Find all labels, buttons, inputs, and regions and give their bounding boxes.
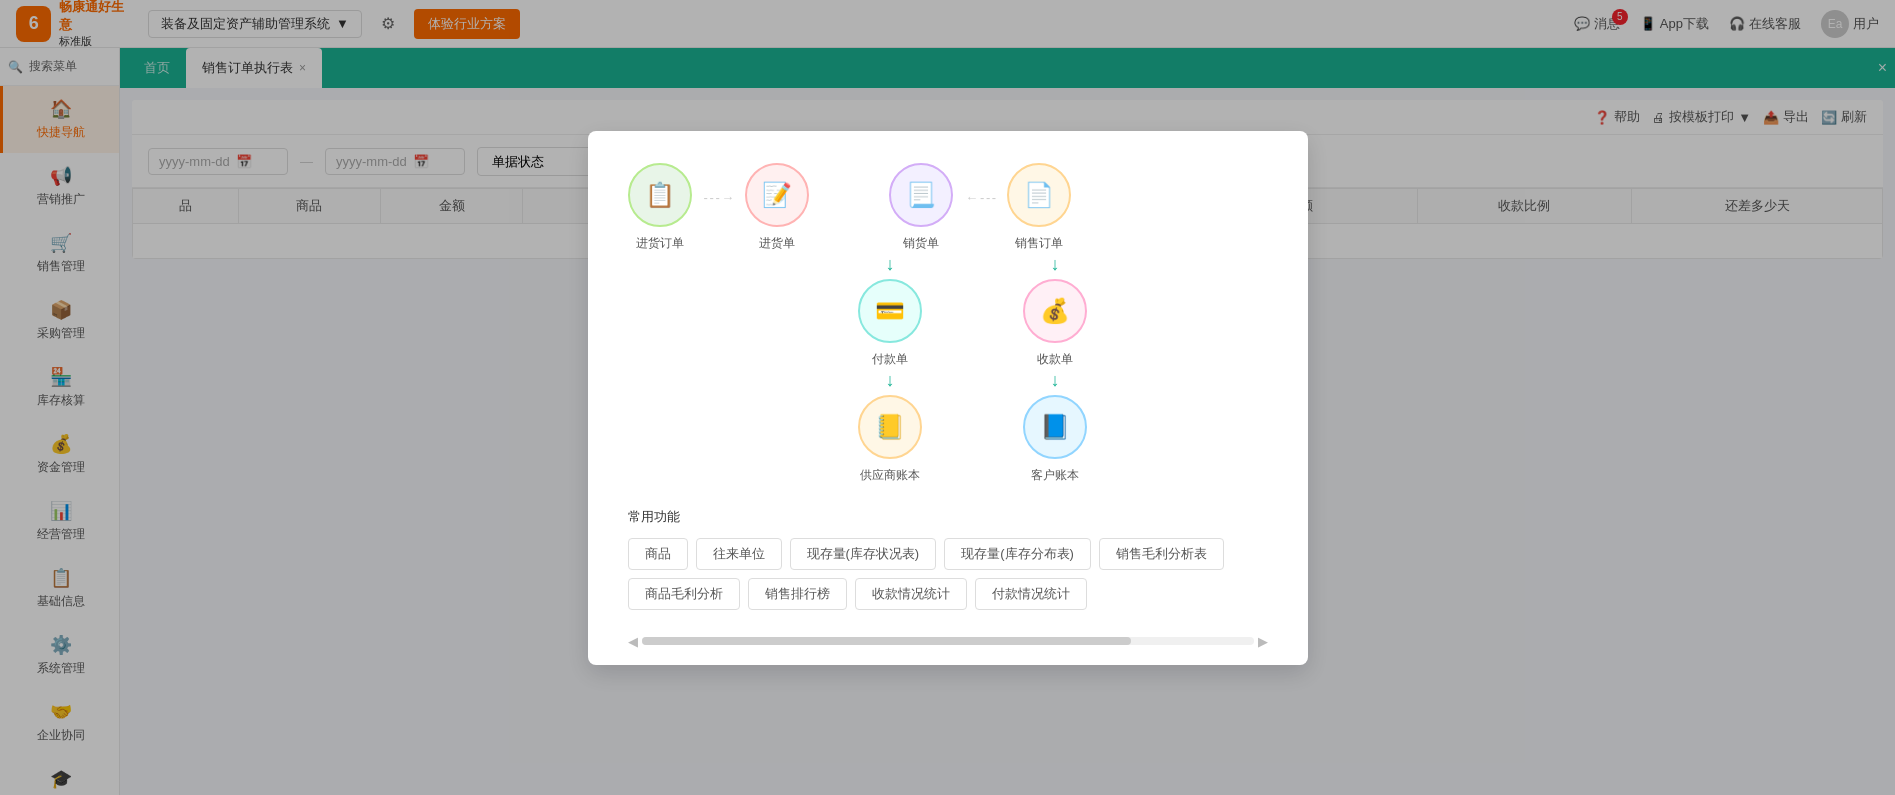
flow-node-sales-bill[interactable]: 📃 销货单 (889, 163, 953, 252)
flow-node-supplier-ledger[interactable]: 📒 供应商账本 (858, 395, 922, 484)
modal-scrollbar: ◀ ▶ (588, 634, 1308, 665)
modal-overlay[interactable]: 📋 进货订单 - - - → 📝 进货单 📃 (0, 0, 1895, 795)
scroll-left-arrow[interactable]: ◀ (628, 634, 638, 649)
common-functions: 常用功能 商品 往来单位 现存量(库存状况表) 现存量(库存分布表) 销售毛利分… (588, 508, 1308, 634)
purchase-bill-circle: 📝 (745, 163, 809, 227)
sales-bill-circle: 📃 (889, 163, 953, 227)
func-btn-inventory-status[interactable]: 现存量(库存状况表) (790, 538, 937, 570)
payment-label: 付款单 (872, 351, 908, 368)
customer-ledger-label: 客户账本 (1031, 467, 1079, 484)
flow-modal: 📋 进货订单 - - - → 📝 进货单 📃 (588, 131, 1308, 665)
down-arrow-receipt: ↓ (1051, 370, 1060, 391)
down-arrow-payment: ↓ (886, 370, 895, 391)
sales-bill-label: 销货单 (903, 235, 939, 252)
func-btn-payment-stats[interactable]: 付款情况统计 (975, 578, 1087, 610)
scrollbar-thumb[interactable] (642, 637, 1132, 645)
down-arrow-purchase: ↓ (886, 254, 895, 275)
function-buttons-container: 商品 往来单位 现存量(库存状况表) 现存量(库存分布表) 销售毛利分析表 商品… (628, 538, 1268, 610)
flow-node-customer-ledger[interactable]: 📘 客户账本 (1023, 395, 1087, 484)
func-btn-sales-margin[interactable]: 销售毛利分析表 (1099, 538, 1224, 570)
func-btn-partner[interactable]: 往来单位 (696, 538, 782, 570)
purchase-order-label: 进货订单 (636, 235, 684, 252)
flow-node-receipt[interactable]: 💰 收款单 (1023, 279, 1087, 368)
supplier-ledger-label: 供应商账本 (860, 467, 920, 484)
func-btn-inventory-dist[interactable]: 现存量(库存分布表) (944, 538, 1091, 570)
receipt-circle: 💰 (1023, 279, 1087, 343)
flow-node-purchase-order[interactable]: 📋 进货订单 (628, 163, 692, 252)
modal-flow: 📋 进货订单 - - - → 📝 进货单 📃 (588, 131, 1308, 508)
purchase-order-circle: 📋 (628, 163, 692, 227)
func-btn-product[interactable]: 商品 (628, 538, 688, 570)
supplier-ledger-circle: 📒 (858, 395, 922, 459)
sales-order-label: 销售订单 (1015, 235, 1063, 252)
purchase-bill-label: 进货单 (759, 235, 795, 252)
flow-node-sales-order[interactable]: 📄 销售订单 (1007, 163, 1071, 252)
func-btn-sales-rank[interactable]: 销售排行榜 (748, 578, 847, 610)
scrollbar-track (642, 637, 1254, 645)
func-btn-product-margin[interactable]: 商品毛利分析 (628, 578, 740, 610)
func-btn-receipt-stats[interactable]: 收款情况统计 (855, 578, 967, 610)
down-arrow-sales: ↓ (1051, 254, 1060, 275)
common-functions-title: 常用功能 (628, 508, 1268, 526)
flow-node-purchase-bill[interactable]: 📝 进货单 (745, 163, 809, 252)
payment-circle: 💳 (858, 279, 922, 343)
sales-order-circle: 📄 (1007, 163, 1071, 227)
flow-node-payment[interactable]: 💳 付款单 (858, 279, 922, 368)
receipt-label: 收款单 (1037, 351, 1073, 368)
customer-ledger-circle: 📘 (1023, 395, 1087, 459)
scroll-right-arrow[interactable]: ▶ (1258, 634, 1268, 649)
